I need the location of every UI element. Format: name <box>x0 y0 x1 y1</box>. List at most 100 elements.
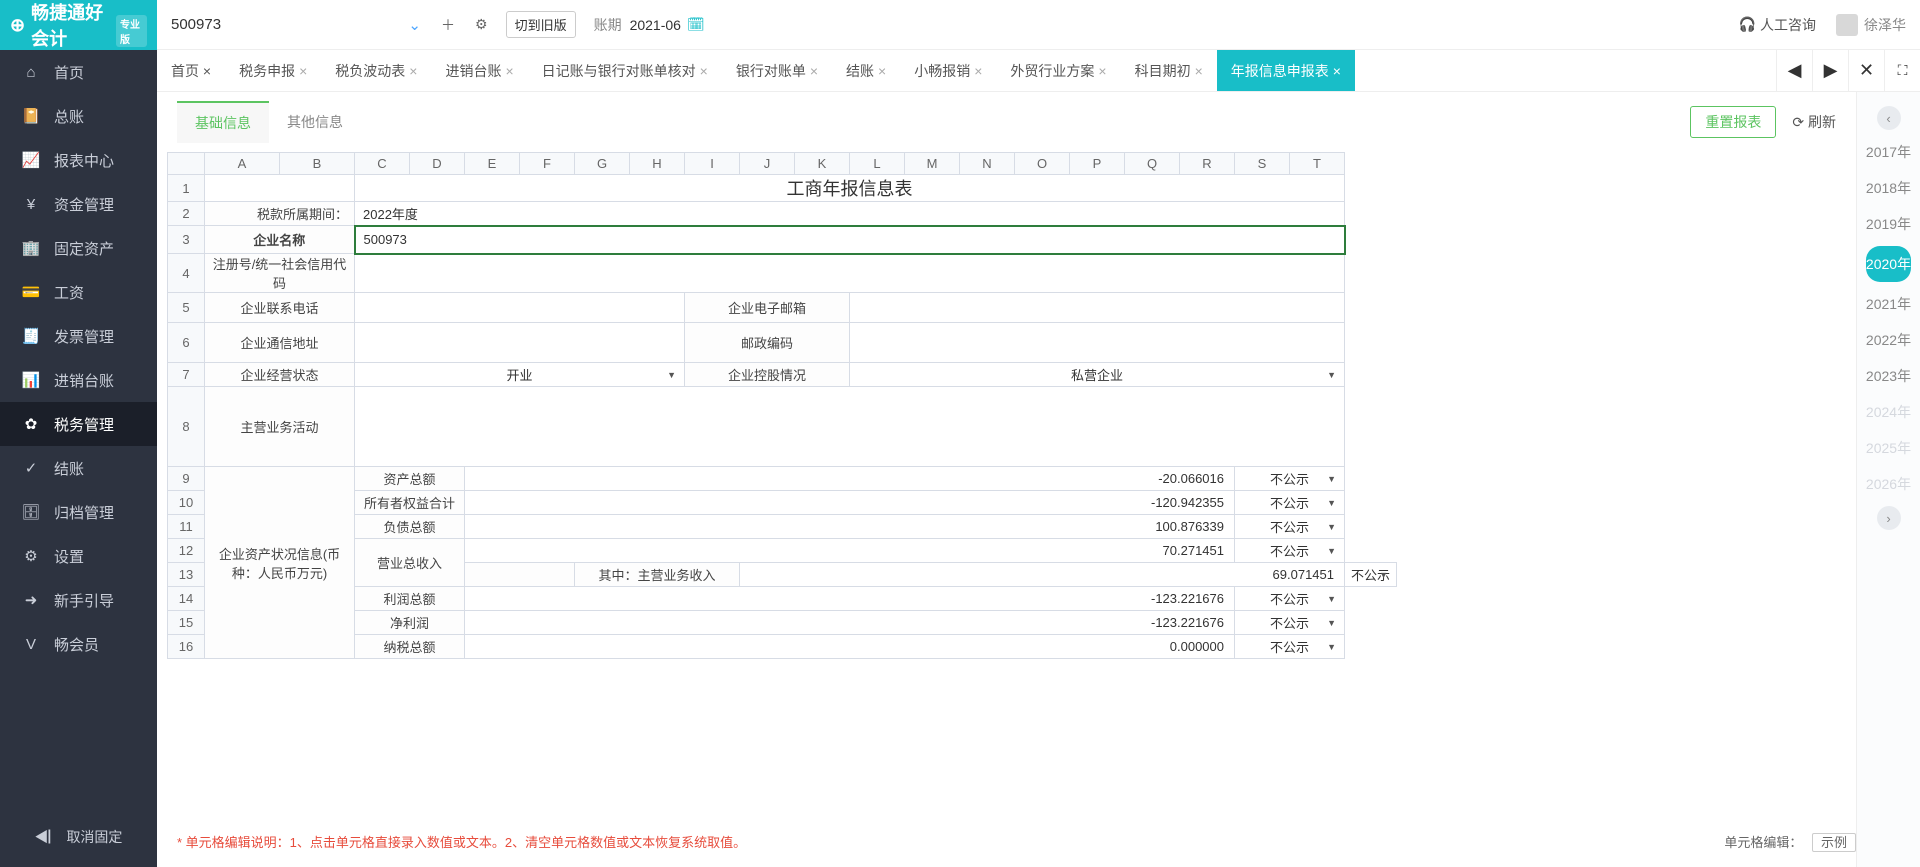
nav-item-5[interactable]: 💳工资 <box>0 270 157 314</box>
calendar-icon[interactable]: 🗓 <box>687 16 705 33</box>
col-A[interactable]: A <box>205 153 280 175</box>
year-2021年[interactable]: 2021年 <box>1860 286 1917 322</box>
close-icon[interactable]: × <box>878 63 886 79</box>
col-N[interactable]: N <box>960 153 1015 175</box>
cell-16-val[interactable]: 0.000000 <box>465 635 1235 659</box>
cell-14-sel[interactable]: 不公示 <box>1235 587 1345 611</box>
cell-11-sel[interactable]: 不公示 <box>1235 515 1345 539</box>
cell-15-sel[interactable]: 不公示 <box>1235 611 1345 635</box>
year-2018年[interactable]: 2018年 <box>1860 170 1917 206</box>
tab-5[interactable]: 银行对账单× <box>722 50 832 91</box>
year-prev[interactable]: ‹ <box>1877 106 1901 130</box>
cell-10-sel[interactable]: 不公示 <box>1235 491 1345 515</box>
close-icon[interactable]: × <box>700 63 708 79</box>
row-4[interactable]: 4 <box>168 254 205 293</box>
consult-button[interactable]: 🎧 人工咨询 <box>1739 15 1816 35</box>
tab-9[interactable]: 科目期初× <box>1121 50 1217 91</box>
cell-email-val[interactable] <box>850 293 1345 323</box>
row-3[interactable]: 3 <box>168 226 205 254</box>
col-Q[interactable]: Q <box>1125 153 1180 175</box>
col-K[interactable]: K <box>795 153 850 175</box>
col-F[interactable]: F <box>520 153 575 175</box>
col-O[interactable]: O <box>1015 153 1070 175</box>
tab-scroll-left[interactable]: ◀ <box>1776 50 1812 91</box>
nav-item-4[interactable]: 🏢固定资产 <box>0 226 157 270</box>
close-icon[interactable]: × <box>810 63 818 79</box>
switch-old-button[interactable]: 切到旧版 <box>506 11 576 38</box>
cell-company-val[interactable]: 500973 <box>355 226 1345 254</box>
cell-16-sel[interactable]: 不公示 <box>1235 635 1345 659</box>
close-icon[interactable]: × <box>299 63 307 79</box>
row-15[interactable]: 15 <box>168 611 205 635</box>
col-J[interactable]: J <box>740 153 795 175</box>
year-2023年[interactable]: 2023年 <box>1860 358 1917 394</box>
cell-9-val[interactable]: -20.066016 <box>465 467 1235 491</box>
cell-15-val[interactable]: -123.221676 <box>465 611 1235 635</box>
cell-12-val[interactable]: 70.271451 <box>465 539 1235 563</box>
close-icon[interactable]: × <box>1195 63 1203 79</box>
cell-11-val[interactable]: 100.876339 <box>465 515 1235 539</box>
nav-item-8[interactable]: ✿税务管理 <box>0 402 157 446</box>
col-B[interactable]: B <box>280 153 355 175</box>
row-7[interactable]: 7 <box>168 363 205 387</box>
col-R[interactable]: R <box>1180 153 1235 175</box>
cell-regno-val[interactable] <box>355 254 1345 293</box>
tab-0[interactable]: 首页 × <box>157 50 225 91</box>
col-D[interactable]: D <box>410 153 465 175</box>
cell-10-val[interactable]: -120.942355 <box>465 491 1235 515</box>
gear-icon[interactable]: ⚙ <box>475 16 488 33</box>
tab-basic-info[interactable]: 基础信息 <box>177 101 269 143</box>
period-value[interactable]: 2021-06 <box>630 17 681 33</box>
cell-hold-val[interactable]: 私营企业 <box>850 363 1345 387</box>
row-2[interactable]: 2 <box>168 202 205 226</box>
col-C[interactable]: C <box>355 153 410 175</box>
cell-9-sel[interactable]: 不公示 <box>1235 467 1345 491</box>
tab-other-info[interactable]: 其他信息 <box>269 102 361 142</box>
row-16[interactable]: 16 <box>168 635 205 659</box>
col-E[interactable]: E <box>465 153 520 175</box>
example-button[interactable]: 示例 <box>1812 833 1856 852</box>
nav-item-7[interactable]: 📊进销台账 <box>0 358 157 402</box>
tab-scroll-right[interactable]: ▶ <box>1812 50 1848 91</box>
tab-2[interactable]: 税负波动表× <box>321 50 431 91</box>
spreadsheet[interactable]: ABCDEFGHIJKLMNOPQRST1工商年报信息表2税款所属期间：2022… <box>167 152 1846 762</box>
nav-item-13[interactable]: V畅会员 <box>0 622 157 666</box>
col-M[interactable]: M <box>905 153 960 175</box>
year-2020年[interactable]: 2020年 <box>1866 246 1911 282</box>
close-icon[interactable]: × <box>974 63 982 79</box>
nav-item-9[interactable]: ✓结账 <box>0 446 157 490</box>
year-2017年[interactable]: 2017年 <box>1860 134 1917 170</box>
col-S[interactable]: S <box>1235 153 1290 175</box>
row-13[interactable]: 13 <box>168 563 205 587</box>
user-menu[interactable]: 徐泽华 <box>1836 14 1906 36</box>
cell-period-val[interactable]: 2022年度 <box>355 202 1345 226</box>
year-2022年[interactable]: 2022年 <box>1860 322 1917 358</box>
nav-item-11[interactable]: ⚙设置 <box>0 534 157 578</box>
close-all-tabs[interactable]: ✕ <box>1848 50 1884 91</box>
cell-14-val[interactable]: -123.221676 <box>465 587 1235 611</box>
tab-3[interactable]: 进销台账× <box>431 50 527 91</box>
add-icon[interactable]: ＋ <box>441 15 455 35</box>
col-I[interactable]: I <box>685 153 740 175</box>
company-selector[interactable]: 500973 ⌄ <box>171 16 431 34</box>
col-P[interactable]: P <box>1070 153 1125 175</box>
col-G[interactable]: G <box>575 153 630 175</box>
cell-phone-val[interactable] <box>355 293 685 323</box>
refresh-button[interactable]: ⟳ 刷新 <box>1792 112 1836 132</box>
cell-addr-val[interactable] <box>355 323 685 363</box>
row-5[interactable]: 5 <box>168 293 205 323</box>
fullscreen-icon[interactable]: ⛶ <box>1884 50 1920 91</box>
row-9[interactable]: 9 <box>168 467 205 491</box>
year-2019年[interactable]: 2019年 <box>1860 206 1917 242</box>
cell-status-val[interactable]: 开业 <box>355 363 685 387</box>
tab-8[interactable]: 外贸行业方案× <box>996 50 1120 91</box>
cell-13-sel[interactable]: 不公示 <box>1345 563 1397 587</box>
row-12[interactable]: 12 <box>168 539 205 563</box>
unpin-button[interactable]: ◀▏ 取消固定 <box>0 827 157 847</box>
tab-6[interactable]: 结账× <box>832 50 900 91</box>
row-8[interactable]: 8 <box>168 387 205 467</box>
row-6[interactable]: 6 <box>168 323 205 363</box>
row-14[interactable]: 14 <box>168 587 205 611</box>
nav-item-0[interactable]: ⌂首页 <box>0 50 157 94</box>
tab-4[interactable]: 日记账与银行对账单核对× <box>528 50 722 91</box>
